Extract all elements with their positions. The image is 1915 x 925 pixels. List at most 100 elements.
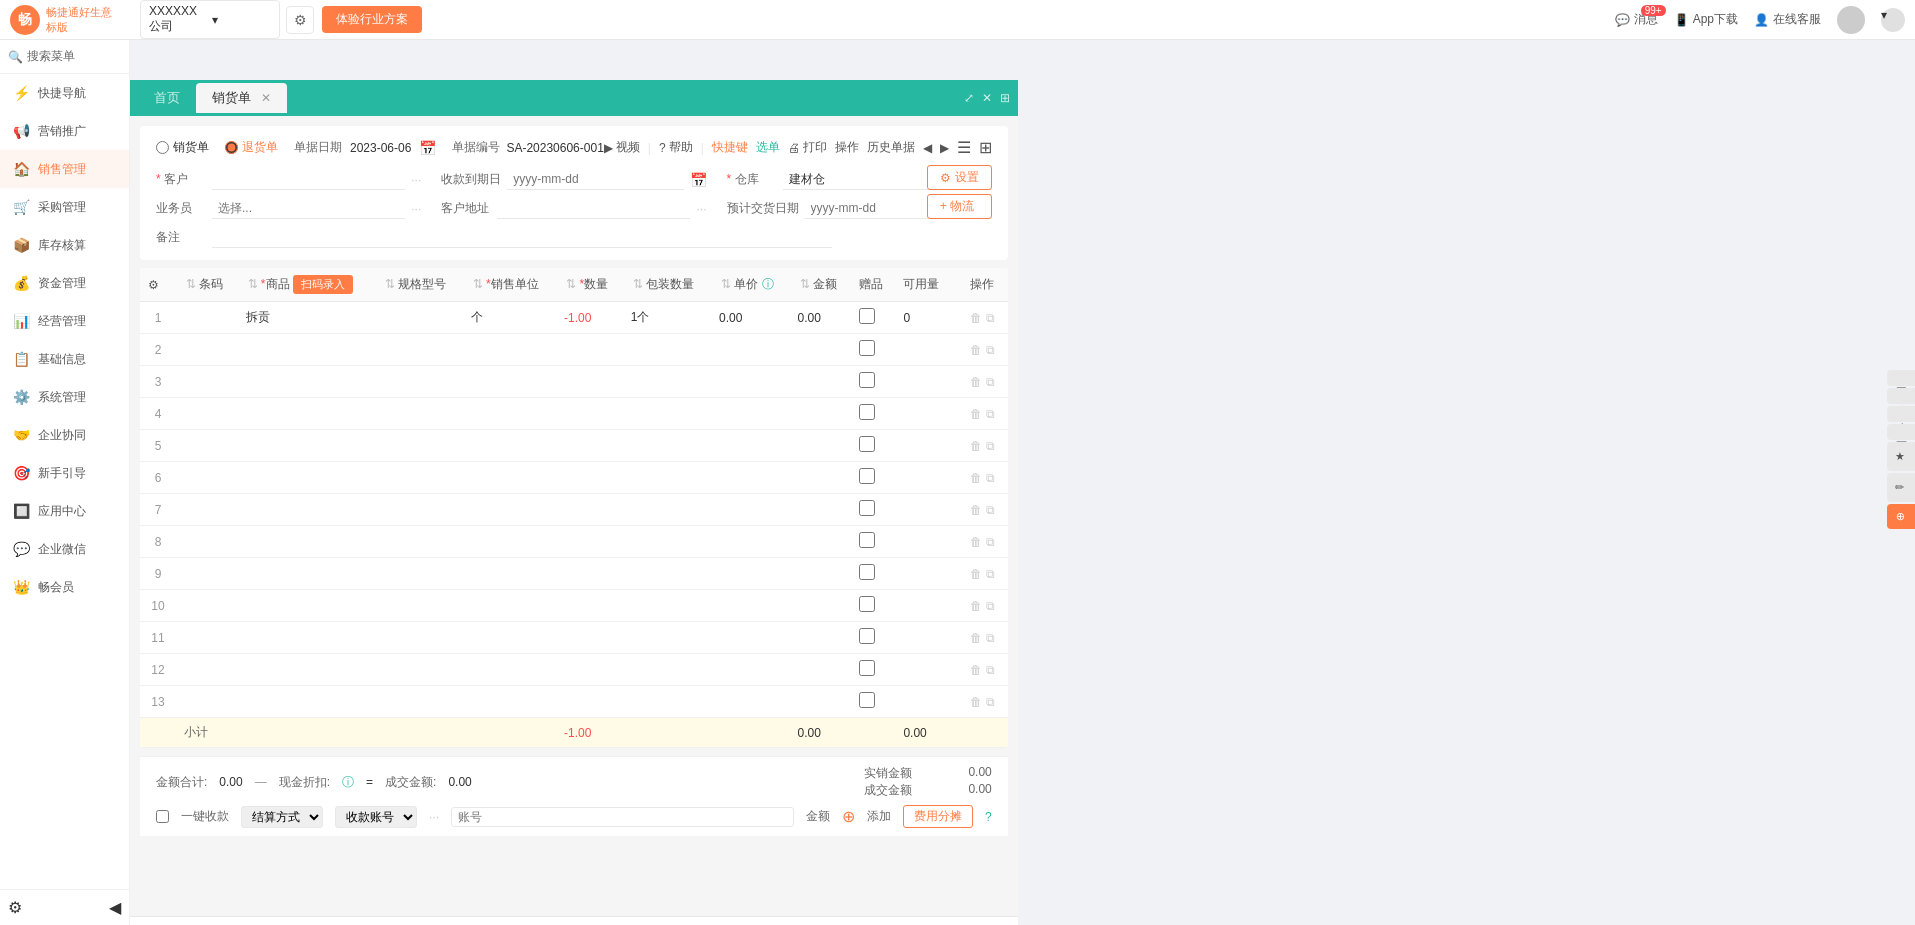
tab-sales-order[interactable]: 销货单 ✕ — [196, 83, 287, 113]
sort-icon[interactable]: ⇅ — [566, 277, 576, 291]
online-service-btn[interactable]: 👤 在线客服 — [1754, 11, 1821, 28]
delete-icon[interactable]: 🗑 — [970, 343, 982, 357]
fee-split-btn[interactable]: 费用分摊 — [903, 805, 973, 828]
account-more-icon[interactable]: ··· — [429, 810, 439, 824]
help-btn[interactable]: ? 帮助 — [659, 139, 693, 156]
delete-icon[interactable]: 🗑 — [970, 631, 982, 645]
shortcut-btn[interactable]: 快捷键 — [712, 139, 748, 156]
history-btn[interactable]: 历史单据 — [867, 139, 915, 156]
payment-due-calendar-icon[interactable]: 📅 — [690, 172, 707, 188]
delete-icon[interactable]: 🗑 — [970, 311, 982, 325]
list-view-btn[interactable]: ☰ — [957, 138, 971, 157]
sort-icon[interactable]: ⇅ — [633, 277, 643, 291]
sidebar-item-operations[interactable]: 📊 经营管理 — [0, 302, 129, 340]
sidebar-item-enterprise-wechat[interactable]: 💬 企业微信 — [0, 530, 129, 568]
sidebar-item-finance[interactable]: 💰 资金管理 — [0, 264, 129, 302]
delete-icon[interactable]: 🗑 — [970, 567, 982, 581]
gift-checkbox[interactable] — [859, 564, 875, 580]
gift-checkbox[interactable] — [859, 468, 875, 484]
customer-addr-more-icon[interactable]: ··· — [696, 202, 706, 216]
gift-checkbox[interactable] — [859, 436, 875, 452]
one-click-payment-checkbox[interactable] — [156, 810, 169, 823]
gift-checkbox[interactable] — [859, 692, 875, 708]
sort-icon[interactable]: ⇅ — [385, 277, 395, 291]
payment-due-input[interactable] — [507, 169, 683, 190]
print-btn[interactable]: 🖨 打印 — [788, 139, 827, 156]
copy-icon[interactable]: ⧉ — [986, 663, 995, 677]
delete-icon[interactable]: 🗑 — [970, 375, 982, 389]
operation-btn[interactable]: 操作 — [835, 139, 859, 156]
customer-addr-input[interactable] — [497, 198, 690, 219]
float-btn-invoice[interactable]: 票 — [1887, 424, 1915, 440]
date-calendar-icon[interactable]: 📅 — [419, 140, 436, 156]
gift-checkbox[interactable] — [859, 660, 875, 676]
sidebar-item-purchase-mgmt[interactable]: 🛒 采购管理 — [0, 188, 129, 226]
delete-icon[interactable]: 🗑 — [970, 503, 982, 517]
gift-checkbox[interactable] — [859, 532, 875, 548]
tab-close-icon[interactable]: ✕ — [261, 91, 271, 105]
gift-checkbox[interactable] — [859, 372, 875, 388]
sort-icon[interactable]: ⇅ — [473, 277, 483, 291]
sidebar-item-sales-mgmt[interactable]: 🏠 销售管理 — [0, 150, 129, 188]
copy-icon[interactable]: ⧉ — [986, 439, 995, 453]
sort-icon[interactable]: ⇅ — [186, 277, 196, 291]
delete-icon[interactable]: 🗑 — [970, 695, 982, 709]
next-btn[interactable]: ▶ — [940, 141, 949, 155]
delete-icon[interactable]: 🗑 — [970, 663, 982, 677]
account-select[interactable]: 收款账号 — [335, 806, 417, 828]
grid-view-btn[interactable]: ⊞ — [979, 138, 992, 157]
th-settings[interactable]: ⚙ — [140, 268, 176, 302]
user-arrow[interactable]: ▾ — [1881, 8, 1905, 32]
delete-icon[interactable]: 🗑 — [970, 407, 982, 421]
sidebar-item-quick-nav[interactable]: ⚡ 快捷导航 — [0, 74, 129, 112]
unit-price-info-icon[interactable]: ⓘ — [762, 277, 774, 291]
cash-discount-info-icon[interactable]: ⓘ — [342, 774, 354, 791]
customer-input[interactable] — [212, 169, 405, 190]
scan-btn[interactable]: 扫码录入 — [293, 275, 353, 294]
settings-icon-btn[interactable]: ⚙ — [286, 6, 314, 34]
account-number-input[interactable] — [451, 807, 794, 827]
logistics-btn[interactable]: + 物流 — [927, 194, 992, 219]
copy-icon[interactable]: ⧉ — [986, 471, 995, 485]
sidebar-settings-icon[interactable]: ⚙ — [8, 898, 22, 917]
float-btn-edit[interactable]: 改 — [1887, 406, 1915, 422]
cell-product[interactable]: 拆贡 — [238, 302, 375, 334]
gift-checkbox[interactable] — [859, 628, 875, 644]
radio-sale-order[interactable]: 销货单 — [156, 139, 209, 156]
sort-icon[interactable]: ⇅ — [800, 277, 810, 291]
copy-icon[interactable]: ⧉ — [986, 343, 995, 357]
delete-icon[interactable]: 🗑 — [970, 599, 982, 613]
float-btn-add[interactable]: ⊕ — [1887, 504, 1915, 529]
gift-checkbox[interactable] — [859, 500, 875, 516]
sort-icon[interactable]: ⇅ — [248, 277, 258, 291]
notes-input[interactable] — [212, 227, 832, 248]
radio-return-input[interactable] — [225, 141, 238, 154]
copy-icon[interactable]: ⧉ — [986, 631, 995, 645]
tab-grid-icon[interactable]: ⊞ — [1000, 91, 1010, 105]
trial-btn[interactable]: 体验行业方案 — [322, 6, 422, 33]
sidebar-collapse-icon[interactable]: ◀ — [109, 898, 121, 917]
copy-icon[interactable]: ⧉ — [986, 311, 995, 325]
cell-gift[interactable] — [851, 302, 895, 334]
add-icon[interactable]: ⊕ — [842, 807, 855, 826]
salesperson-more-icon[interactable]: ··· — [411, 202, 421, 216]
radio-sale-input[interactable] — [156, 141, 169, 154]
copy-icon[interactable]: ⧉ — [986, 535, 995, 549]
company-selector[interactable]: XXXXXX公司 ▾ — [140, 0, 280, 39]
salesperson-input[interactable] — [212, 198, 405, 219]
delete-icon[interactable]: 🗑 — [970, 439, 982, 453]
sidebar-search[interactable]: 🔍 搜索菜单 — [0, 40, 129, 74]
copy-icon[interactable]: ⧉ — [986, 567, 995, 581]
delete-icon[interactable]: 🗑 — [970, 471, 982, 485]
prev-btn[interactable]: ◀ — [923, 141, 932, 155]
copy-icon[interactable]: ⧉ — [986, 695, 995, 709]
gift-checkbox[interactable] — [859, 404, 875, 420]
sort-icon[interactable]: ⇅ — [721, 277, 731, 291]
cell-qty[interactable]: -1.00 — [556, 302, 623, 334]
copy-icon[interactable]: ⧉ — [986, 599, 995, 613]
sidebar-item-enterprise-collab[interactable]: 🤝 企业协同 — [0, 416, 129, 454]
fee-info-icon[interactable]: ? — [985, 810, 992, 824]
sidebar-item-app-center[interactable]: 🔲 应用中心 — [0, 492, 129, 530]
radio-return-order[interactable]: 退货单 — [225, 139, 278, 156]
copy-icon[interactable]: ⧉ — [986, 407, 995, 421]
